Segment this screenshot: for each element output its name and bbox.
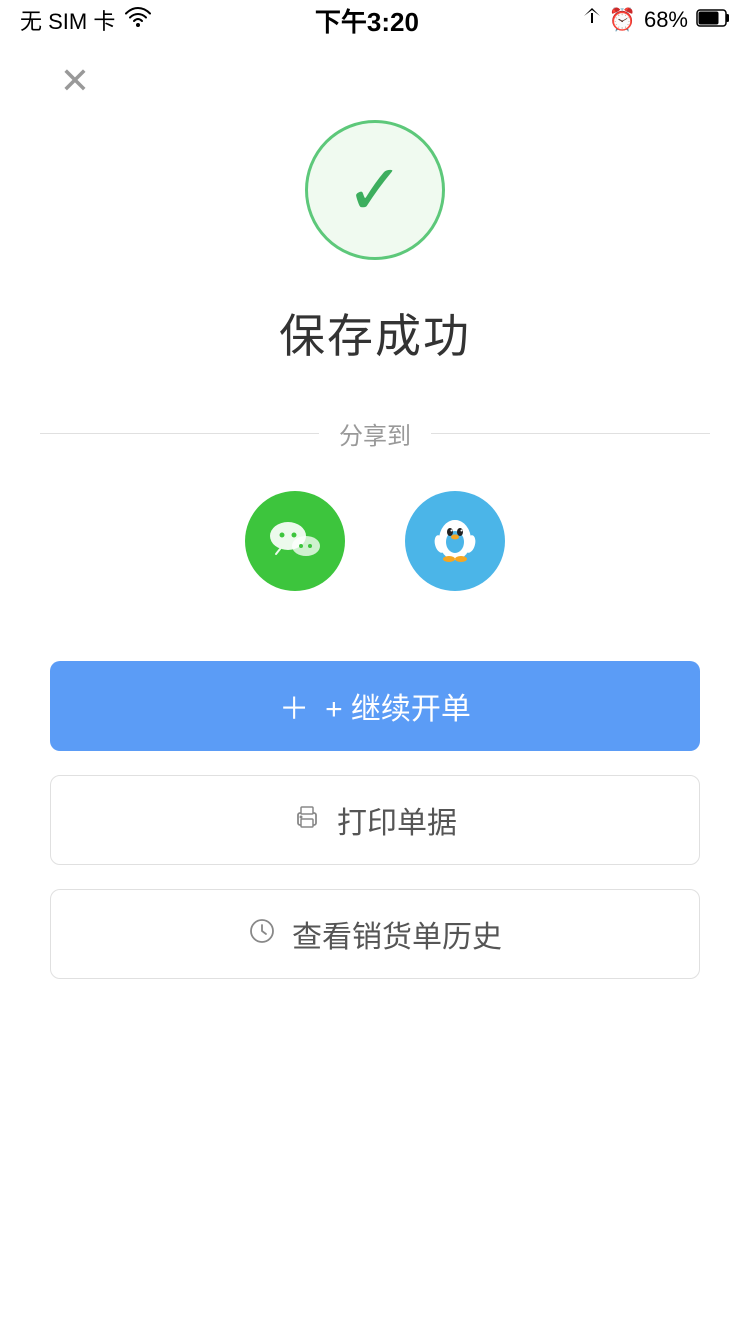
share-section: 分享到 xyxy=(0,416,750,591)
wifi-icon xyxy=(125,7,151,33)
alarm-icon: ⏰ xyxy=(609,7,636,33)
view-history-label: 查看销货单历史 xyxy=(292,912,502,956)
plus-icon: ＋ xyxy=(279,684,309,728)
battery-icon xyxy=(696,7,730,33)
continue-order-label: + 继续开单 xyxy=(325,684,471,728)
close-icon: ✕ xyxy=(60,63,90,99)
share-qq-button[interactable] xyxy=(405,491,505,591)
success-circle: ✓ xyxy=(305,120,445,260)
print-button[interactable]: 打印单据 xyxy=(50,775,700,865)
share-label: 分享到 xyxy=(339,416,411,451)
share-icons-row xyxy=(40,491,710,591)
status-right: ⏰ 68% xyxy=(583,7,730,33)
print-label: 打印单据 xyxy=(337,798,457,842)
success-section: ✓ 保存成功 xyxy=(0,40,750,366)
no-sim-label: 无 SIM 卡 xyxy=(20,4,115,36)
action-buttons: ＋ + 继续开单 打印单据 查看销货单历史 xyxy=(0,661,750,979)
share-wechat-button[interactable] xyxy=(245,491,345,591)
status-bar: 无 SIM 卡 下午3:20 ⏰ 68% xyxy=(0,0,750,40)
printer-icon xyxy=(293,803,321,838)
status-time: 下午3:20 xyxy=(315,2,419,39)
continue-order-button[interactable]: ＋ + 继续开单 xyxy=(50,661,700,751)
battery-label: 68% xyxy=(644,7,688,33)
success-title: 保存成功 xyxy=(279,300,471,366)
close-button[interactable]: ✕ xyxy=(50,56,100,106)
history-icon xyxy=(248,917,276,952)
share-divider-row: 分享到 xyxy=(40,416,710,451)
checkmark-icon: ✓ xyxy=(346,155,405,225)
share-line-right xyxy=(431,433,710,434)
share-line-left xyxy=(40,433,319,434)
status-left: 无 SIM 卡 xyxy=(20,4,151,36)
location-icon xyxy=(583,7,601,33)
view-history-button[interactable]: 查看销货单历史 xyxy=(50,889,700,979)
